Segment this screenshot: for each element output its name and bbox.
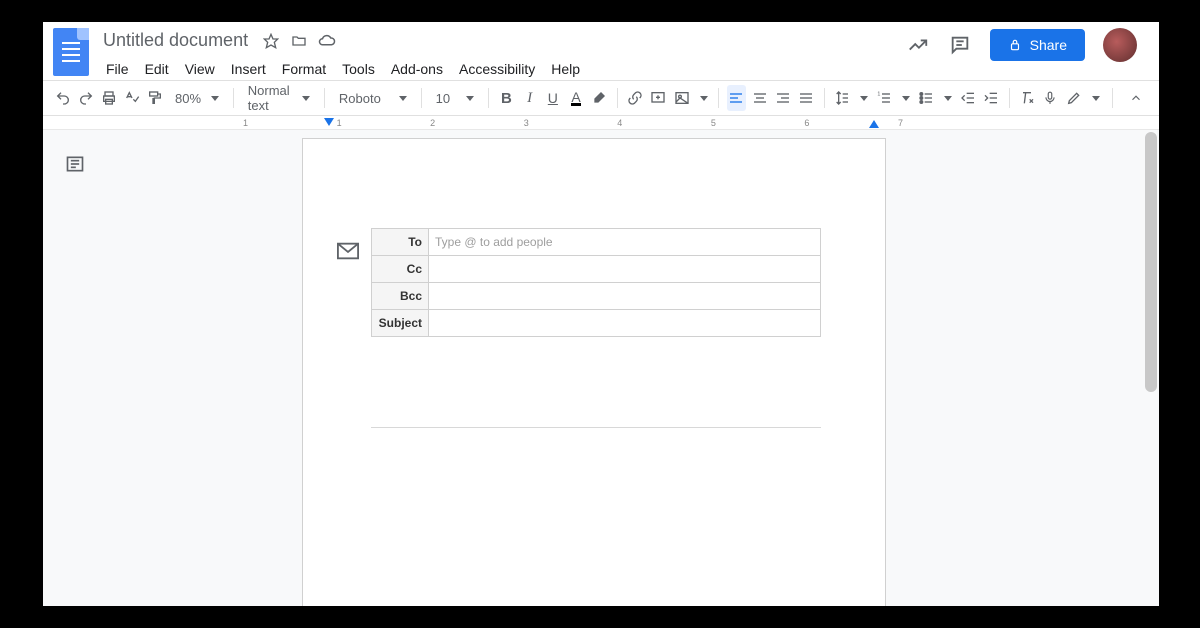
- account-avatar[interactable]: [1103, 28, 1137, 62]
- email-subject-row: Subject: [372, 310, 820, 336]
- email-cc-row: Cc: [372, 256, 820, 283]
- ruler-mark: 5: [711, 118, 716, 128]
- menu-file[interactable]: File: [99, 57, 136, 81]
- share-button[interactable]: Share: [990, 29, 1085, 61]
- print-button[interactable]: [99, 85, 118, 111]
- font-size-dropdown[interactable]: 10: [430, 85, 480, 111]
- font-value: Roboto: [339, 91, 381, 106]
- numbered-list-button[interactable]: 1: [874, 85, 912, 111]
- ruler-mark: 2: [430, 118, 435, 128]
- menu-addons[interactable]: Add-ons: [384, 57, 450, 81]
- increase-indent-button[interactable]: [982, 85, 1001, 111]
- highlight-color-button[interactable]: [590, 85, 609, 111]
- font-family-dropdown[interactable]: Roboto: [333, 85, 413, 111]
- cloud-saved-icon[interactable]: [318, 32, 336, 50]
- menu-accessibility[interactable]: Accessibility: [452, 57, 542, 81]
- zoom-dropdown[interactable]: 80%: [169, 85, 225, 111]
- spellcheck-button[interactable]: [123, 85, 142, 111]
- align-justify-button[interactable]: [796, 85, 815, 111]
- email-body-separator: [371, 427, 821, 428]
- menu-view[interactable]: View: [178, 57, 222, 81]
- email-to-row: To Type @ to add people: [372, 229, 820, 256]
- menu-insert[interactable]: Insert: [224, 57, 273, 81]
- decrease-indent-button[interactable]: [958, 85, 977, 111]
- italic-button[interactable]: I: [520, 85, 539, 111]
- add-comment-button[interactable]: [649, 85, 668, 111]
- zoom-value: 80%: [175, 91, 201, 106]
- text-color-button[interactable]: A: [566, 85, 585, 111]
- collapse-toolbar-button[interactable]: [1123, 85, 1149, 111]
- align-center-button[interactable]: [750, 85, 769, 111]
- menu-format[interactable]: Format: [275, 57, 333, 81]
- ruler-mark: 1: [337, 118, 342, 128]
- ruler-mark: 6: [804, 118, 809, 128]
- insert-image-button[interactable]: [672, 85, 710, 111]
- show-outline-button[interactable]: [61, 150, 89, 178]
- clear-formatting-button[interactable]: [1017, 85, 1036, 111]
- menu-help[interactable]: Help: [544, 57, 587, 81]
- bulleted-list-button[interactable]: [916, 85, 954, 111]
- share-label: Share: [1030, 37, 1067, 53]
- font-size-value: 10: [436, 91, 450, 106]
- email-cc-label: Cc: [372, 256, 429, 282]
- gmail-icon: [337, 242, 359, 260]
- title-bar: Untitled document File Edit View: [43, 22, 1159, 80]
- paint-format-button[interactable]: [146, 85, 165, 111]
- bold-button[interactable]: B: [497, 85, 516, 111]
- paragraph-style-dropdown[interactable]: Normal text: [242, 85, 316, 111]
- comments-icon[interactable]: [948, 33, 972, 57]
- star-icon[interactable]: [262, 32, 280, 50]
- undo-button[interactable]: [53, 85, 72, 111]
- email-to-field[interactable]: Type @ to add people: [429, 229, 820, 255]
- ruler-mark: 3: [524, 118, 529, 128]
- ruler-mark: 1: [243, 118, 248, 128]
- align-left-button[interactable]: [727, 85, 746, 111]
- email-subject-label: Subject: [372, 310, 429, 336]
- horizontal-ruler[interactable]: 1 1 2 3 4 5 6 7: [43, 116, 1159, 130]
- redo-button[interactable]: [76, 85, 95, 111]
- email-bcc-field[interactable]: [429, 283, 820, 309]
- email-bcc-row: Bcc: [372, 283, 820, 310]
- vertical-scrollbar[interactable]: [1145, 132, 1157, 392]
- email-cc-field[interactable]: [429, 256, 820, 282]
- email-draft-block: To Type @ to add people Cc Bcc Subject: [371, 228, 821, 337]
- svg-text:1: 1: [878, 91, 881, 97]
- menu-tools[interactable]: Tools: [335, 57, 382, 81]
- line-spacing-button[interactable]: [832, 85, 870, 111]
- underline-button[interactable]: U: [543, 85, 562, 111]
- editing-mode-button[interactable]: [1064, 85, 1102, 111]
- move-folder-icon[interactable]: [290, 32, 308, 50]
- document-page[interactable]: [302, 138, 886, 606]
- email-to-label: To: [372, 229, 429, 255]
- ruler-mark: 7: [898, 118, 903, 128]
- menu-bar: File Edit View Insert Format Tools Add-o…: [99, 53, 587, 81]
- editor-canvas: To Type @ to add people Cc Bcc Subject: [43, 130, 1159, 606]
- email-bcc-label: Bcc: [372, 283, 429, 309]
- document-title[interactable]: Untitled document: [99, 28, 252, 53]
- align-right-button[interactable]: [773, 85, 792, 111]
- voice-typing-button[interactable]: [1041, 85, 1060, 111]
- activity-icon[interactable]: [906, 33, 930, 57]
- docs-logo-icon[interactable]: [53, 28, 89, 76]
- style-value: Normal text: [248, 83, 292, 113]
- email-subject-field[interactable]: [429, 310, 820, 336]
- menu-edit[interactable]: Edit: [138, 57, 176, 81]
- toolbar: 80% Normal text Roboto 10 B I U A 1: [43, 80, 1159, 116]
- ruler-mark: 4: [617, 118, 622, 128]
- insert-link-button[interactable]: [626, 85, 645, 111]
